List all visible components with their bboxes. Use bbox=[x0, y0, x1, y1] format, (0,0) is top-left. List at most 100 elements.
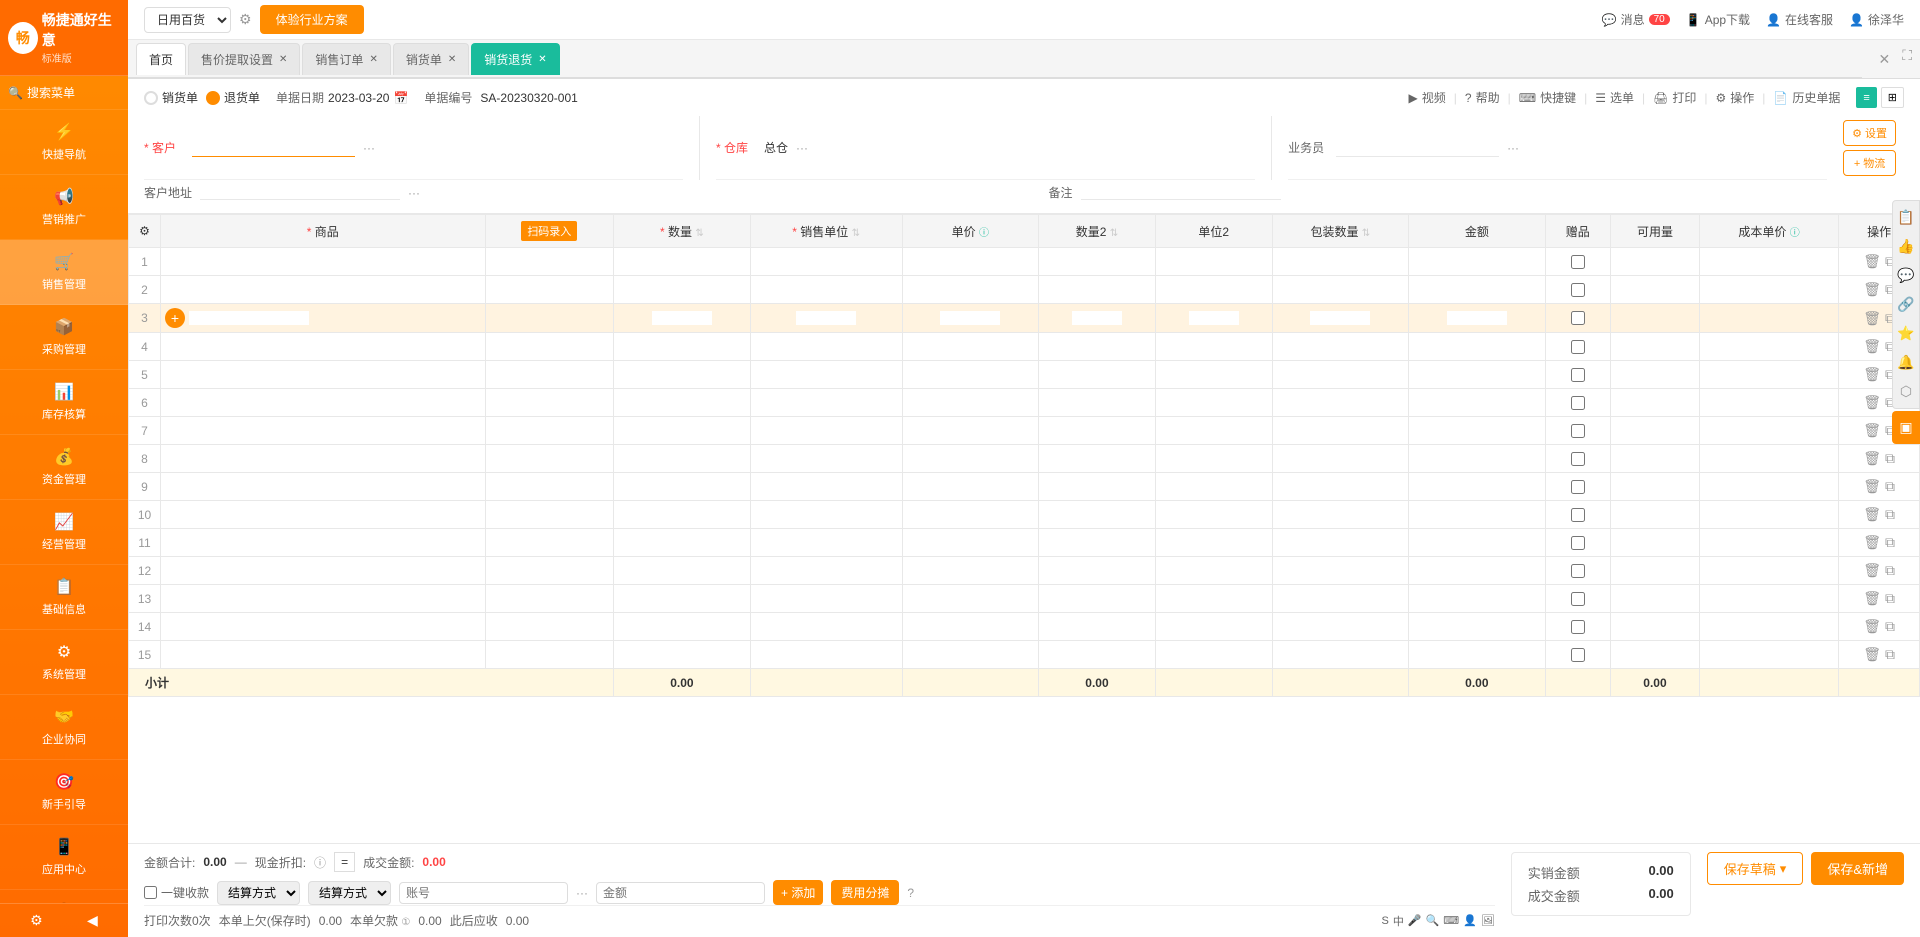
quantity-input[interactable] bbox=[652, 564, 712, 578]
message-btn[interactable]: 💬 消息 70 bbox=[1602, 11, 1670, 28]
online-service-btn[interactable]: 👤 在线客服 bbox=[1766, 11, 1833, 28]
pack-sort-icon[interactable]: ⇅ bbox=[1362, 228, 1370, 239]
amount-input[interactable] bbox=[1447, 311, 1507, 325]
amount-cell[interactable] bbox=[1409, 501, 1546, 529]
gift-checkbox[interactable] bbox=[1571, 340, 1585, 354]
amount-cell[interactable] bbox=[1409, 473, 1546, 501]
quantity-cell[interactable] bbox=[614, 641, 751, 669]
amount-input[interactable] bbox=[1447, 283, 1507, 297]
pack-input[interactable] bbox=[1310, 564, 1370, 578]
quantity-cell[interactable] bbox=[614, 445, 751, 473]
gift-cell[interactable] bbox=[1545, 445, 1610, 473]
gift-checkbox[interactable] bbox=[1571, 648, 1585, 662]
delete-row-icon[interactable]: 🗑 bbox=[1863, 281, 1881, 298]
sales-unit-input[interactable] bbox=[796, 452, 856, 466]
sales-unit-cell[interactable] bbox=[750, 389, 902, 417]
customer-addr-input[interactable] bbox=[200, 185, 400, 200]
print-btn[interactable]: 🖨 打印 bbox=[1653, 89, 1696, 106]
amount-input[interactable] bbox=[1447, 396, 1507, 410]
amount-input[interactable] bbox=[1447, 424, 1507, 438]
unit-sort-icon[interactable]: ⇅ bbox=[852, 228, 860, 239]
unit-price-input[interactable] bbox=[940, 648, 1000, 662]
gift-checkbox[interactable] bbox=[1571, 620, 1585, 634]
product-input[interactable] bbox=[165, 648, 481, 662]
unit-price-input[interactable] bbox=[940, 564, 1000, 578]
gift-checkbox[interactable] bbox=[1571, 564, 1585, 578]
unit-price-cell[interactable] bbox=[902, 585, 1039, 613]
tab-sales-order[interactable]: 销售订单 ✕ bbox=[302, 43, 390, 75]
chevron-down-icon[interactable]: ▾ bbox=[1780, 861, 1787, 877]
save-new-btn[interactable]: 保存&新增 bbox=[1811, 852, 1904, 885]
quantity-sort-icon[interactable]: ⇅ bbox=[695, 228, 703, 239]
sidebar-item-purchase[interactable]: 📦 采购管理 bbox=[0, 305, 128, 370]
sales-unit-input[interactable] bbox=[796, 536, 856, 550]
add-row-btn[interactable]: + bbox=[165, 308, 185, 328]
settle-calc-select[interactable]: 结算方式 bbox=[308, 881, 391, 905]
pack-qty-cell[interactable] bbox=[1272, 585, 1409, 613]
delete-row-icon[interactable]: 🗑 bbox=[1863, 562, 1881, 579]
operate-btn[interactable]: ⚙ 操作 bbox=[1715, 89, 1754, 106]
q2-input[interactable] bbox=[1072, 283, 1122, 297]
fenyong-btn[interactable]: 费用分摊 bbox=[831, 880, 899, 905]
gift-checkbox[interactable] bbox=[1571, 396, 1585, 410]
unit-price-input[interactable] bbox=[940, 368, 1000, 382]
radio-return[interactable]: 退货单 bbox=[206, 89, 260, 106]
unit-price-cell[interactable] bbox=[902, 276, 1039, 304]
sales-unit-cell[interactable] bbox=[750, 361, 902, 389]
sidebar-item-sales[interactable]: 🛒 销售管理 bbox=[0, 240, 128, 305]
amount-cell[interactable] bbox=[1409, 557, 1546, 585]
gear-icon[interactable]: ⚙ bbox=[239, 11, 252, 28]
quantity-cell[interactable] bbox=[614, 473, 751, 501]
amount-cell[interactable] bbox=[1409, 417, 1546, 445]
tab-sales-delivery[interactable]: 销货单 ✕ bbox=[393, 43, 469, 75]
payment-checkbox-label[interactable]: 一键收款 bbox=[144, 884, 209, 901]
unit2-input[interactable] bbox=[1189, 592, 1239, 606]
quantity2-cell[interactable] bbox=[1039, 501, 1156, 529]
unit2-input[interactable] bbox=[1189, 648, 1239, 662]
unit2-cell[interactable] bbox=[1155, 529, 1272, 557]
unit2-cell[interactable] bbox=[1155, 557, 1272, 585]
unit-price-input[interactable] bbox=[940, 255, 1000, 269]
delete-row-icon[interactable]: 🗑 bbox=[1863, 590, 1881, 607]
tab-close-icon[interactable]: ✕ bbox=[538, 54, 546, 65]
quantity-cell[interactable] bbox=[614, 333, 751, 361]
delete-row-icon[interactable]: 🗑 bbox=[1863, 618, 1881, 635]
product-input[interactable] bbox=[165, 480, 481, 494]
chat-icon[interactable]: 💬 bbox=[1897, 267, 1914, 284]
amount-cell[interactable] bbox=[1409, 445, 1546, 473]
product-input[interactable] bbox=[165, 592, 481, 606]
unit-price-input[interactable] bbox=[940, 311, 1000, 325]
unit-price-cell[interactable] bbox=[902, 473, 1039, 501]
amount-cell[interactable] bbox=[1409, 333, 1546, 361]
unit-price-input[interactable] bbox=[940, 283, 1000, 297]
gift-checkbox[interactable] bbox=[1571, 283, 1585, 297]
sales-unit-input[interactable] bbox=[796, 368, 856, 382]
unit2-input[interactable] bbox=[1189, 255, 1239, 269]
tab-close-icon[interactable]: ✕ bbox=[448, 54, 456, 65]
payment-checkbox[interactable] bbox=[144, 886, 157, 899]
amount-input[interactable] bbox=[1447, 536, 1507, 550]
discount-info-icon[interactable]: ⓘ bbox=[314, 854, 326, 871]
quantity2-cell[interactable] bbox=[1039, 417, 1156, 445]
gift-cell[interactable] bbox=[1545, 557, 1610, 585]
link-icon[interactable]: 🔗 bbox=[1897, 296, 1914, 313]
quantity2-cell[interactable] bbox=[1039, 389, 1156, 417]
sales-unit-cell[interactable] bbox=[750, 557, 902, 585]
amount-input[interactable] bbox=[1447, 255, 1507, 269]
quantity-cell[interactable] bbox=[614, 276, 751, 304]
pack-input[interactable] bbox=[1310, 592, 1370, 606]
quantity-cell[interactable] bbox=[614, 304, 751, 333]
q2-input[interactable] bbox=[1072, 648, 1122, 662]
warehouse-dots[interactable]: ··· bbox=[796, 141, 808, 155]
pack-input[interactable] bbox=[1310, 480, 1370, 494]
copy-row-icon[interactable]: ⧉ bbox=[1885, 534, 1895, 551]
product-input[interactable] bbox=[165, 620, 481, 634]
unit-price-cell[interactable] bbox=[902, 333, 1039, 361]
account-input[interactable] bbox=[399, 882, 568, 904]
delete-row-icon[interactable]: 🗑 bbox=[1863, 394, 1881, 411]
logistics-btn[interactable]: + 物流 bbox=[1843, 150, 1896, 176]
sales-unit-input[interactable] bbox=[796, 480, 856, 494]
gift-cell[interactable] bbox=[1545, 361, 1610, 389]
unit2-cell[interactable] bbox=[1155, 304, 1272, 333]
th-settings[interactable]: ⚙ bbox=[129, 215, 161, 248]
